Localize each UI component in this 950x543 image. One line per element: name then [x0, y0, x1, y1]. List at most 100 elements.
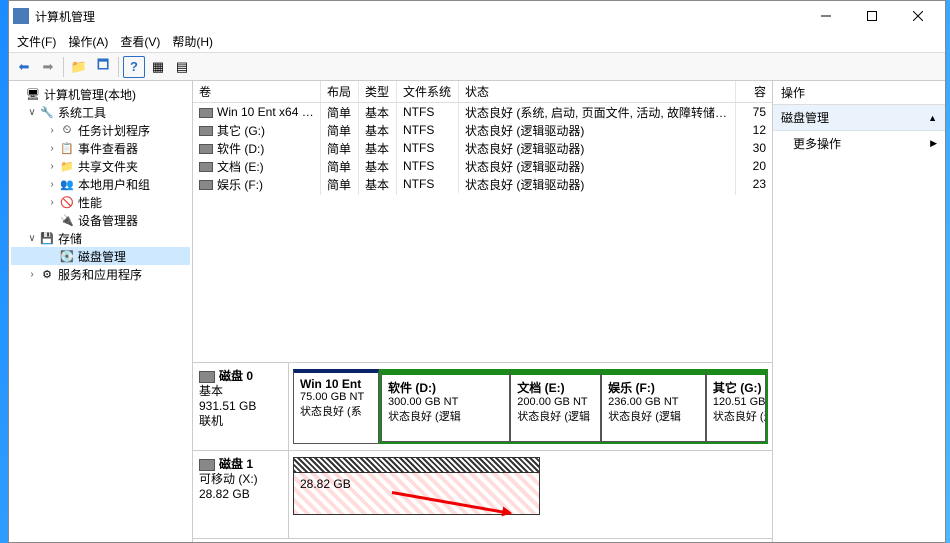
partition-x[interactable]: 28.82 GB [293, 473, 540, 515]
tree-label: 设备管理器 [78, 212, 138, 229]
app-icon [13, 8, 29, 24]
tree-label: 系统工具 [58, 104, 106, 121]
partition-d[interactable]: 软件 (D:) 300.00 GB NT 状态良好 (逻辑 [381, 371, 510, 442]
menu-file[interactable]: 文件(F) [17, 33, 56, 50]
part-size: 200.00 GB NT [517, 396, 594, 408]
disk-0-label: 磁盘 0 [219, 369, 253, 383]
part-name: 软件 (D:) [388, 379, 503, 396]
part-status: 状态良好 (系 [300, 403, 372, 419]
forward-button[interactable]: ➡ [37, 56, 59, 78]
volume-icon [199, 180, 213, 190]
disk-1-header-bar [293, 457, 540, 473]
part-size: 300.00 GB NT [388, 396, 503, 408]
col-layout[interactable]: 布局 [321, 81, 359, 102]
menu-view[interactable]: 查看(V) [120, 33, 160, 50]
tree-label: 存储 [58, 230, 82, 247]
view-button[interactable]: ▦ [147, 56, 169, 78]
window-title: 计算机管理 [35, 8, 803, 25]
partition-e[interactable]: 文档 (E:) 200.00 GB NT 状态良好 (逻辑 [510, 371, 601, 442]
tree-disk-management[interactable]: 💽磁盘管理 [11, 247, 190, 265]
volume-capacity: 12 [736, 121, 772, 139]
partition-c[interactable]: Win 10 Ent 75.00 GB NT 状态良好 (系 [293, 369, 379, 444]
disk-0-info[interactable]: 磁盘 0 基本 931.51 GB 联机 [193, 363, 289, 450]
disk-1-info[interactable]: 磁盘 1 可移动 (X:) 28.82 GB [193, 451, 289, 538]
partition-f[interactable]: 娱乐 (F:) 236.00 GB NT 状态良好 (逻辑 [601, 371, 706, 442]
part-size: 28.82 GB [300, 477, 533, 491]
volume-name: 其它 (G:) [217, 124, 265, 138]
part-status: 状态良好 (逻辑 [388, 408, 503, 424]
col-volume[interactable]: 卷 [193, 81, 321, 102]
part-size: 75.00 GB NT [300, 391, 372, 403]
menu-action[interactable]: 操作(A) [68, 33, 108, 50]
volume-icon [199, 144, 213, 154]
menu-help[interactable]: 帮助(H) [172, 33, 213, 50]
volume-row[interactable]: 其它 (G:)简单基本NTFS状态良好 (逻辑驱动器)12 [193, 121, 772, 139]
tree-shared-folders[interactable]: ›📁共享文件夹 [11, 157, 190, 175]
disk-row-0: 磁盘 0 基本 931.51 GB 联机 Win 10 Ent 75.00 GB… [193, 363, 772, 451]
volume-capacity: 20 [736, 157, 772, 175]
window-controls [803, 2, 941, 30]
list-button[interactable]: ▤ [171, 56, 193, 78]
tree-task-scheduler[interactable]: ›⏲任务计划程序 [11, 121, 190, 139]
help-button[interactable]: ? [123, 56, 145, 78]
volume-row[interactable]: 娱乐 (F:)简单基本NTFS状态良好 (逻辑驱动器)23 [193, 175, 772, 193]
toolbar: ⬅ ➡ 📁 🗖 ? ▦ ▤ [9, 53, 945, 81]
tree-label: 性能 [78, 194, 102, 211]
extended-partition: 软件 (D:) 300.00 GB NT 状态良好 (逻辑 文档 (E:) 20… [379, 369, 768, 444]
col-filesystem[interactable]: 文件系统 [397, 81, 459, 102]
volume-list: 卷 布局 类型 文件系统 状态 容 Win 10 Ent x64 (C:)简单基… [193, 81, 772, 362]
part-name: Win 10 Ent [300, 377, 372, 391]
tree-device-manager[interactable]: 🔌设备管理器 [11, 211, 190, 229]
volume-row[interactable]: 软件 (D:)简单基本NTFS状态良好 (逻辑驱动器)30 [193, 139, 772, 157]
menubar: 文件(F) 操作(A) 查看(V) 帮助(H) [9, 31, 945, 53]
disk-row-1: 磁盘 1 可移动 (X:) 28.82 GB 28.82 GB [193, 451, 772, 539]
tree-label: 计算机管理(本地) [44, 86, 136, 103]
minimize-button[interactable] [803, 2, 849, 30]
tree-services-apps[interactable]: ›⚙服务和应用程序 [11, 265, 190, 283]
partition-g[interactable]: 其它 (G:) 120.51 GB NT 状态良好 (逻辑 [706, 371, 766, 442]
volume-name: 娱乐 (F:) [217, 178, 263, 192]
volume-row[interactable]: 文档 (E:)简单基本NTFS状态良好 (逻辑驱动器)20 [193, 157, 772, 175]
volume-icon [199, 162, 213, 172]
maximize-button[interactable] [849, 2, 895, 30]
tree-label: 磁盘管理 [78, 248, 126, 265]
nav-tree: 🖥计算机管理(本地) ∨🔧系统工具 ›⏲任务计划程序 ›📋事件查看器 ›📁共享文… [9, 81, 193, 542]
center-pane: 卷 布局 类型 文件系统 状态 容 Win 10 Ent x64 (C:)简单基… [193, 81, 773, 542]
actions-pane: 操作 磁盘管理 ▲ 更多操作 ▶ [773, 81, 945, 542]
tree-performance[interactable]: ›🚫性能 [11, 193, 190, 211]
part-name: 文档 (E:) [517, 379, 594, 396]
part-size: 236.00 GB NT [608, 396, 699, 408]
col-type[interactable]: 类型 [359, 81, 397, 102]
close-button[interactable] [895, 2, 941, 30]
disk-1-size: 28.82 GB [199, 487, 282, 502]
part-name: 娱乐 (F:) [608, 379, 699, 396]
back-button[interactable]: ⬅ [13, 56, 35, 78]
properties-button[interactable]: 🗖 [92, 56, 114, 78]
volume-icon [199, 108, 213, 118]
col-status[interactable]: 状态 [459, 81, 736, 102]
tree-local-users[interactable]: ›👥本地用户和组 [11, 175, 190, 193]
volume-fs: NTFS [397, 175, 459, 193]
actions-section-disk-mgmt[interactable]: 磁盘管理 ▲ [773, 105, 945, 131]
volume-name: 文档 (E:) [217, 160, 264, 174]
tree-event-viewer[interactable]: ›📋事件查看器 [11, 139, 190, 157]
volume-capacity: 30 [736, 139, 772, 157]
tree-system-tools[interactable]: ∨🔧系统工具 [11, 103, 190, 121]
volume-type: 基本 [359, 174, 397, 195]
up-button[interactable]: 📁 [68, 56, 90, 78]
volume-capacity: 75 [736, 103, 772, 121]
part-size: 120.51 GB NT [713, 396, 759, 408]
tree-root[interactable]: 🖥计算机管理(本地) [11, 85, 190, 103]
actions-more[interactable]: 更多操作 ▶ [773, 131, 945, 156]
tree-storage[interactable]: ∨💾存储 [11, 229, 190, 247]
actions-section-label: 磁盘管理 [781, 109, 829, 126]
tree-label: 服务和应用程序 [58, 266, 142, 283]
separator [118, 57, 119, 77]
col-capacity[interactable]: 容 [736, 81, 772, 102]
volume-fs: NTFS [397, 139, 459, 157]
separator [63, 57, 64, 77]
disk-1-partitions: 28.82 GB [289, 451, 772, 538]
volume-icon [199, 126, 213, 136]
actions-header: 操作 [773, 81, 945, 105]
volume-row[interactable]: Win 10 Ent x64 (C:)简单基本NTFS状态良好 (系统, 启动,… [193, 103, 772, 121]
